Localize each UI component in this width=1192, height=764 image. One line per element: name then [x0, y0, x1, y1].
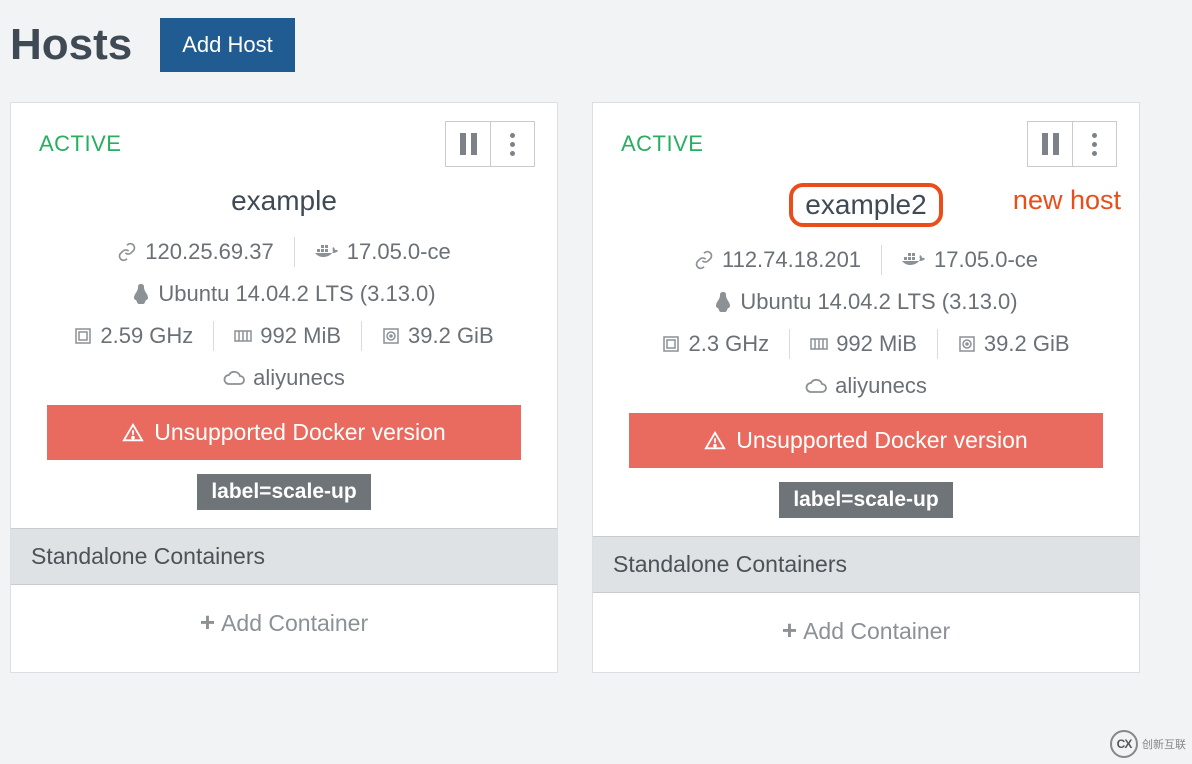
- add-container-button[interactable]: +Add Container: [11, 585, 557, 664]
- host-card: ACTIVE example 120.25.69.37: [10, 102, 558, 673]
- add-container-button[interactable]: +Add Container: [593, 593, 1139, 672]
- pause-icon: [1042, 133, 1059, 155]
- pause-button[interactable]: [1028, 122, 1072, 166]
- more-menu-button[interactable]: [490, 122, 534, 166]
- plus-icon: +: [200, 607, 215, 637]
- link-icon: [117, 242, 137, 262]
- warning-banner: Unsupported Docker version: [47, 405, 521, 460]
- host-cpu: 2.3 GHz: [642, 331, 789, 357]
- host-storage: 39.2 GiB: [362, 323, 514, 349]
- pause-button[interactable]: [446, 122, 490, 166]
- host-memory: 992 MiB: [790, 331, 937, 357]
- host-provider: aliyunecs: [785, 373, 947, 399]
- warning-icon: [704, 430, 726, 452]
- host-cpu: 2.59 GHz: [54, 323, 213, 349]
- page-title: Hosts: [10, 20, 132, 70]
- host-ip: 120.25.69.37: [97, 239, 293, 265]
- host-memory: 992 MiB: [214, 323, 361, 349]
- host-name[interactable]: example: [219, 183, 349, 219]
- watermark: CX 创新互联: [1110, 730, 1186, 758]
- cloud-icon: [223, 370, 245, 386]
- cloud-icon: [805, 378, 827, 394]
- watermark-logo-icon: CX: [1110, 730, 1138, 758]
- docker-version: 17.05.0-ce: [295, 239, 471, 265]
- host-label-tag: label=scale-up: [197, 474, 370, 510]
- cpu-icon: [662, 335, 680, 353]
- docker-version: 17.05.0-ce: [882, 247, 1058, 273]
- host-label-tag: label=scale-up: [779, 482, 952, 518]
- link-icon: [694, 250, 714, 270]
- warning-icon: [122, 422, 144, 444]
- containers-section-header: Standalone Containers: [11, 528, 557, 585]
- kebab-icon: [1092, 133, 1097, 156]
- host-os: Ubuntu 14.04.2 LTS (3.13.0): [112, 281, 455, 307]
- status-badge: ACTIVE: [39, 131, 121, 157]
- disk-icon: [382, 327, 400, 345]
- docker-icon: [902, 251, 926, 269]
- memory-icon: [234, 327, 252, 345]
- linux-icon: [132, 284, 150, 304]
- kebab-icon: [510, 133, 515, 156]
- host-actions: [445, 121, 535, 167]
- host-os: Ubuntu 14.04.2 LTS (3.13.0): [694, 289, 1037, 315]
- docker-icon: [315, 243, 339, 261]
- host-ip: 112.74.18.201: [674, 247, 881, 273]
- memory-icon: [810, 335, 828, 353]
- pause-icon: [460, 133, 477, 155]
- page-header: Hosts Add Host: [10, 18, 1182, 72]
- warning-banner: Unsupported Docker version: [629, 413, 1103, 468]
- linux-icon: [714, 292, 732, 312]
- containers-section-header: Standalone Containers: [593, 536, 1139, 593]
- hosts-grid: ACTIVE example 120.25.69.37: [10, 102, 1182, 673]
- host-actions: [1027, 121, 1117, 167]
- plus-icon: +: [782, 615, 797, 645]
- status-badge: ACTIVE: [621, 131, 703, 157]
- host-storage: 39.2 GiB: [938, 331, 1090, 357]
- cpu-icon: [74, 327, 92, 345]
- more-menu-button[interactable]: [1072, 122, 1116, 166]
- add-host-button[interactable]: Add Host: [160, 18, 295, 72]
- host-card: ACTIVE example2 new host 112.74.18.201: [592, 102, 1140, 673]
- host-provider: aliyunecs: [203, 365, 365, 391]
- host-name[interactable]: example2: [789, 183, 942, 227]
- disk-icon: [958, 335, 976, 353]
- new-host-annotation: new host: [1013, 185, 1121, 216]
